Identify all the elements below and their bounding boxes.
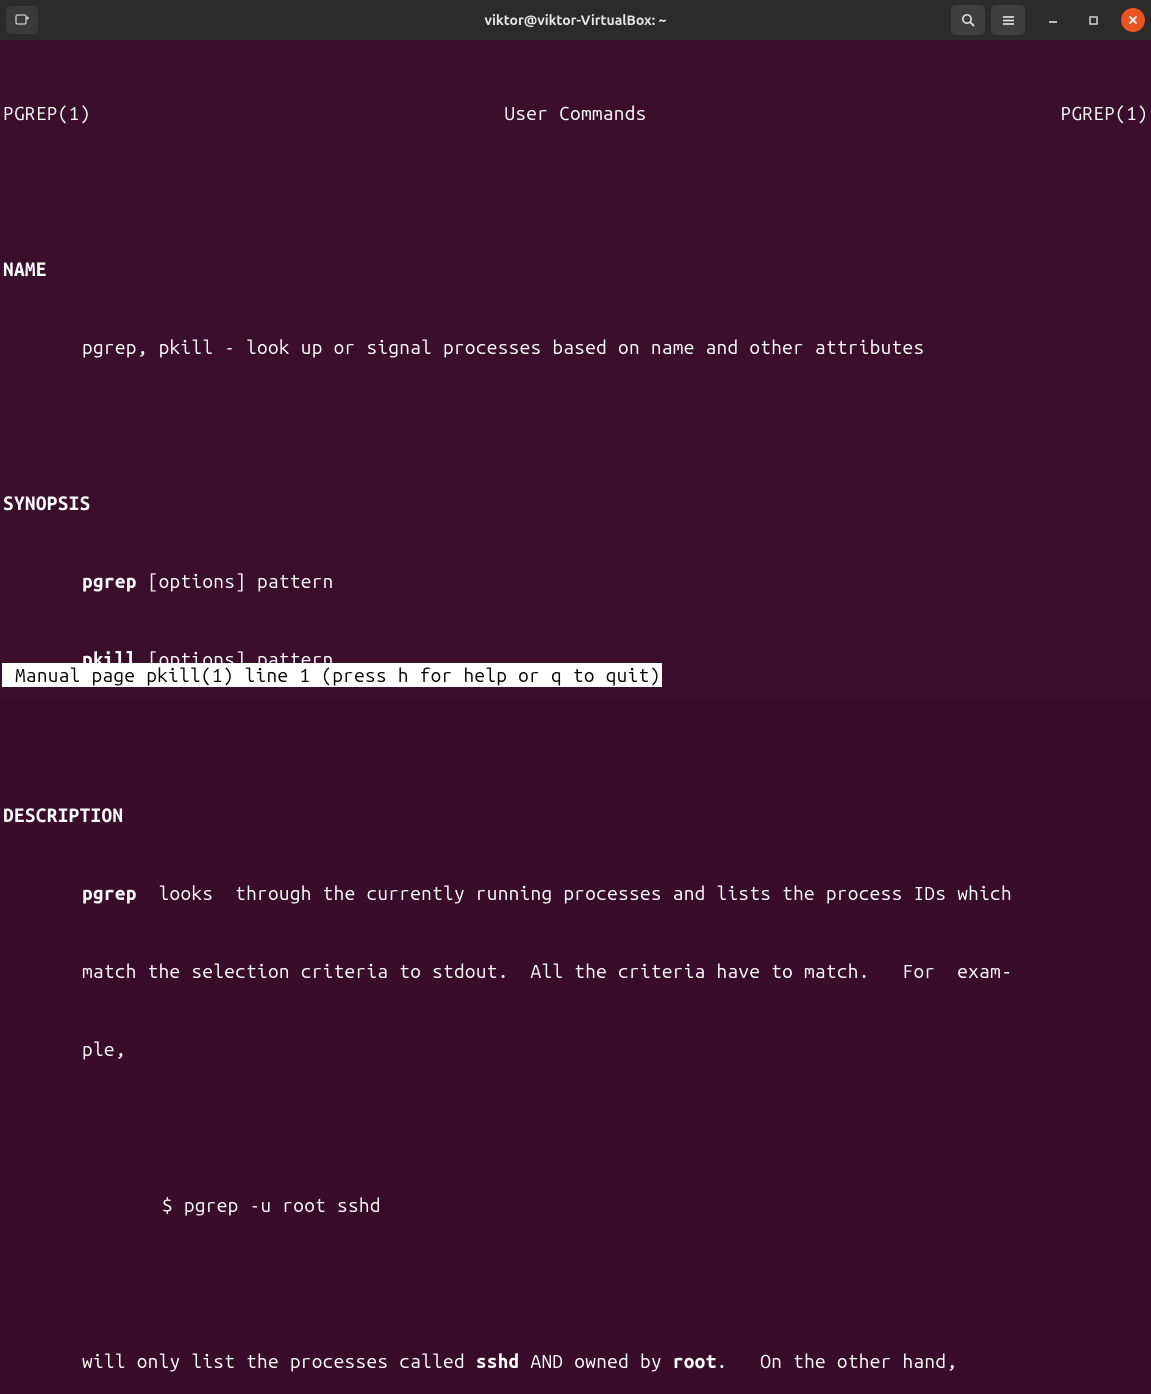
maximize-icon — [1088, 15, 1099, 26]
desc-line-3: ple, — [0, 1036, 1151, 1062]
synopsis-pgrep: pgrep [options] pattern — [0, 568, 1151, 594]
pager-status-bar: Manual page pkill(1) line 1 (press h for… — [2, 663, 662, 687]
menu-button[interactable] — [991, 5, 1025, 35]
desc-cmd-pgrep: pgrep — [82, 882, 137, 904]
manpage-content: PGREP(1) User Commands PGREP(1) NAME pgr… — [0, 40, 1151, 1394]
desc-example-1: $ pgrep -u root sshd — [0, 1192, 1151, 1218]
desc-will1-a: will only list the processes called — [82, 1350, 476, 1372]
desc-line-1: pgrep looks through the currently runnin… — [0, 880, 1151, 906]
man-header-right: PGREP(1) — [1060, 100, 1148, 126]
new-tab-button[interactable] — [6, 6, 38, 34]
desc-text-1: looks through the currently running proc… — [137, 882, 1012, 904]
section-heading-synopsis: SYNOPSIS — [0, 490, 1151, 516]
desc-will1-b: AND owned by — [520, 1350, 673, 1372]
man-header-center: User Commands — [504, 100, 646, 126]
window-titlebar: viktor@viktor-VirtualBox: ~ — [0, 0, 1151, 40]
titlebar-left — [6, 6, 38, 34]
syn-args-pgrep: [options] pattern — [137, 570, 334, 592]
section-heading-description: DESCRIPTION — [0, 802, 1151, 828]
terminal-viewport[interactable]: PGREP(1) User Commands PGREP(1) NAME pgr… — [0, 40, 1151, 697]
titlebar-right — [951, 5, 1145, 35]
name-line: pgrep, pkill - look up or signal process… — [0, 334, 1151, 360]
section-heading-name: NAME — [0, 256, 1151, 282]
syn-cmd-pgrep: pgrep — [82, 570, 137, 592]
close-icon — [1128, 15, 1138, 25]
window-close-button[interactable] — [1121, 8, 1145, 32]
desc-will-1: will only list the processes called sshd… — [0, 1348, 1151, 1374]
desc-sshd: sshd — [476, 1350, 520, 1372]
desc-root1: root — [673, 1350, 717, 1372]
window-minimize-button[interactable] — [1041, 8, 1065, 32]
desc-will1-c: . On the other hand, — [717, 1350, 958, 1372]
man-header-line: PGREP(1) User Commands PGREP(1) — [0, 100, 1151, 126]
window-title: viktor@viktor-VirtualBox: ~ — [485, 12, 667, 28]
search-button[interactable] — [951, 5, 985, 35]
search-icon — [961, 13, 976, 28]
minimize-icon — [1047, 14, 1059, 26]
window-maximize-button[interactable] — [1081, 8, 1105, 32]
desc-line-2: match the selection criteria to stdout. … — [0, 958, 1151, 984]
hamburger-icon — [1001, 13, 1016, 28]
new-tab-icon — [14, 12, 30, 28]
man-header-left: PGREP(1) — [3, 100, 91, 126]
